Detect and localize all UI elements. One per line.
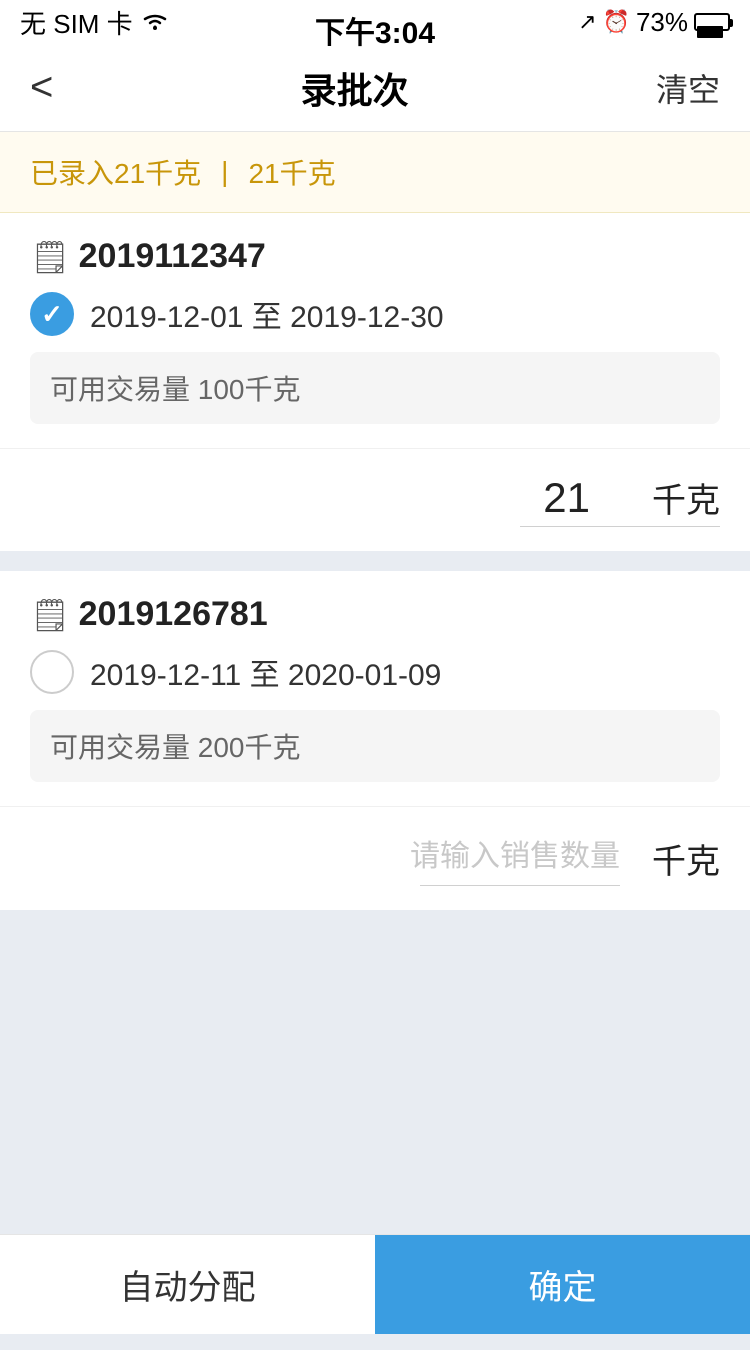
quantity-separator-1 [520, 526, 720, 527]
status-left: 无 SIM 卡 [20, 4, 169, 41]
bottom-bar: 自动分配 确定 [0, 1234, 750, 1334]
location-icon: ↗ [578, 9, 596, 35]
status-right: ↗ ⏰ 73% [578, 7, 730, 38]
batch-availability-2: 可用交易量 200千克 [30, 710, 720, 782]
carrier-text: 无 SIM 卡 [20, 4, 133, 41]
total-label: 21千克 [248, 152, 335, 192]
summary-divider: | [221, 156, 228, 188]
quantity-value-1: 21 [543, 474, 590, 522]
quantity-unit-1: 千克 [652, 473, 720, 522]
radio-1[interactable] [30, 292, 74, 336]
batch-id-text-1: 2019112347 [79, 237, 266, 276]
summary-banner: 已录入21千克 | 21千克 [0, 132, 750, 213]
batch-card-1: 🗒 2019112347 2019-12-01 至 2019-12-30 可用交… [0, 213, 750, 551]
battery-icon [694, 13, 730, 31]
clear-button[interactable]: 清空 [656, 65, 720, 111]
batch-card-2-inner: 🗒 2019126781 2019-12-11 至 2020-01-09 可用交… [0, 571, 750, 806]
battery-text: 73% [636, 7, 688, 38]
batch-card-1-inner: 🗒 2019112347 2019-12-01 至 2019-12-30 可用交… [0, 213, 750, 448]
batch-id-text-2: 2019126781 [79, 595, 268, 634]
batch-id-row-2: 🗒 2019126781 [30, 595, 720, 634]
batch-date-row-1[interactable]: 2019-12-01 至 2019-12-30 [30, 292, 720, 336]
batch-id-row-1: 🗒 2019112347 [30, 237, 720, 276]
batch-date-text-1: 2019-12-01 至 2019-12-30 [90, 292, 444, 336]
input-underline-2 [420, 885, 620, 886]
recorded-label: 已录入21千克 [30, 152, 201, 192]
back-button[interactable]: < [30, 65, 53, 110]
card-divider [0, 551, 750, 571]
batch-id-icon-2: 🗒 [30, 596, 71, 634]
batch-date-row-2[interactable]: 2019-12-11 至 2020-01-09 [30, 650, 720, 694]
status-time: 下午3:04 [315, 8, 435, 52]
wifi-icon [141, 7, 169, 38]
auto-distribute-button[interactable]: 自动分配 [0, 1235, 375, 1334]
input-placeholder-2: 请输入销售数量 [410, 831, 620, 875]
batch-date-text-2: 2019-12-11 至 2020-01-09 [90, 650, 441, 694]
batch-availability-1: 可用交易量 100千克 [30, 352, 720, 424]
status-bar: 无 SIM 卡 下午3:04 ↗ ⏰ 73% [0, 0, 750, 44]
confirm-button[interactable]: 确定 [375, 1235, 750, 1334]
page-title: 录批次 [301, 62, 409, 114]
radio-2[interactable] [30, 650, 74, 694]
quantity-unit-2: 千克 [652, 834, 720, 883]
batch-card-2: 🗒 2019126781 2019-12-11 至 2020-01-09 可用交… [0, 571, 750, 910]
batch-id-icon-1: 🗒 [30, 238, 71, 276]
alarm-icon: ⏰ [603, 9, 630, 35]
input-row-2: 请输入销售数量 千克 [0, 806, 750, 910]
nav-bar: < 录批次 清空 [0, 44, 750, 132]
quantity-display-row-1: 21 千克 [0, 448, 750, 551]
